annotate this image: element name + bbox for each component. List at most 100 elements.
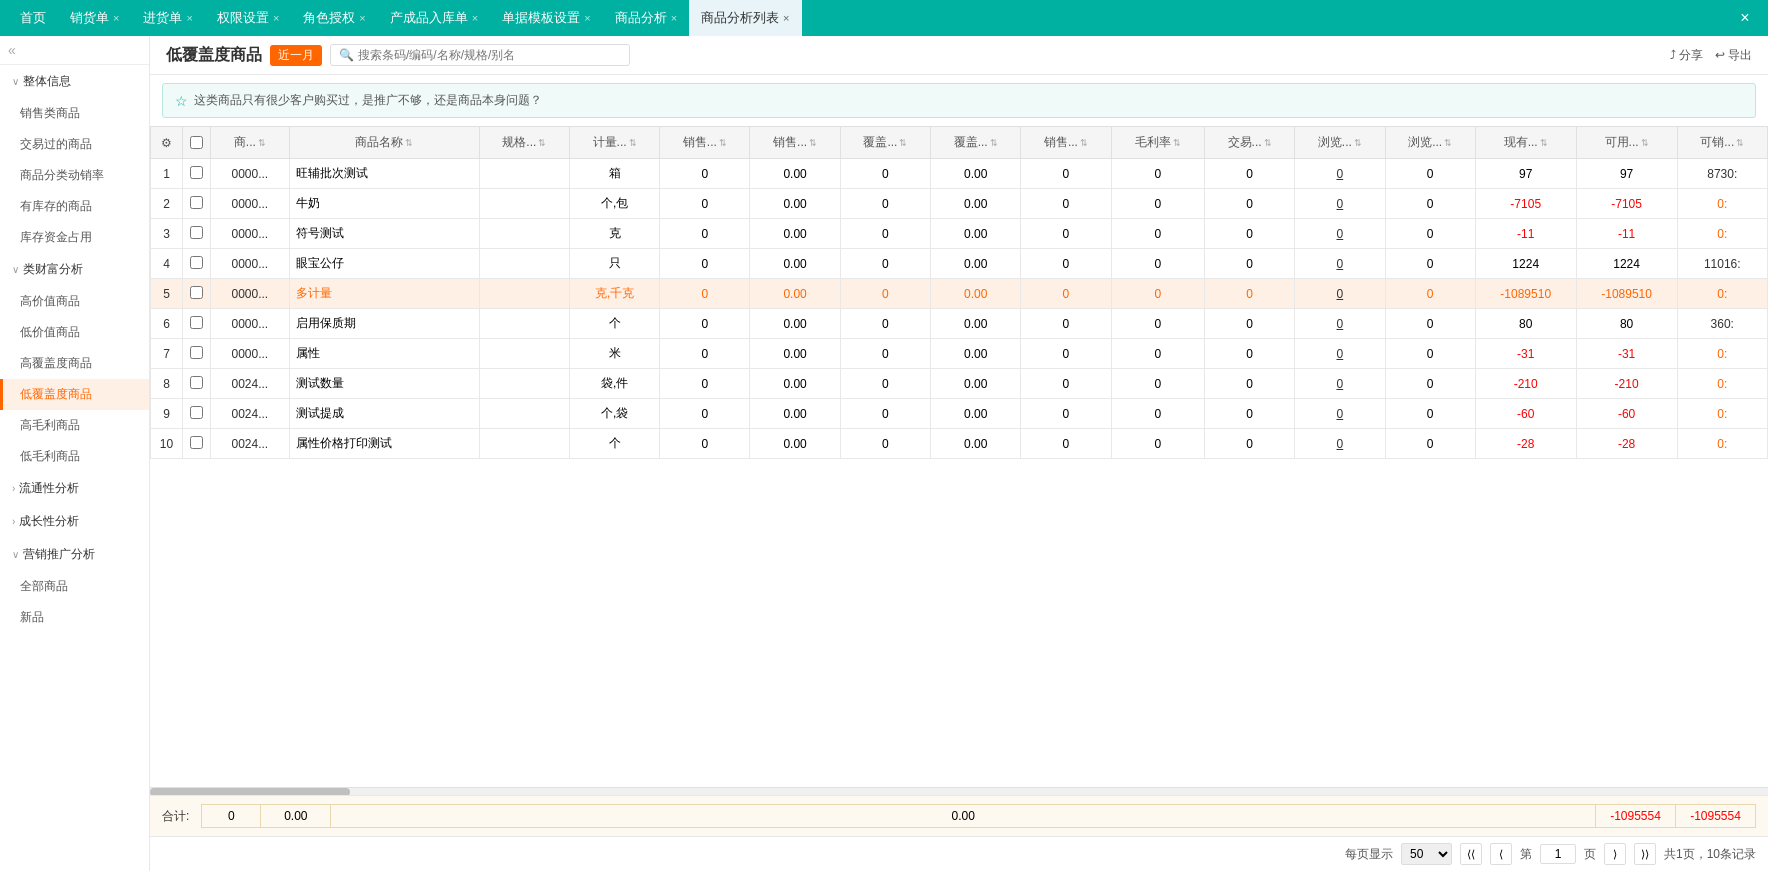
col-header-gross[interactable]: 毛利率⇅ bbox=[1111, 127, 1204, 159]
nav-close-icon[interactable]: × bbox=[671, 12, 677, 24]
col-header-current[interactable]: 现有...⇅ bbox=[1475, 127, 1576, 159]
col-header-sales-qty[interactable]: 销售...⇅ bbox=[660, 127, 750, 159]
total-sales-qty: 0 bbox=[228, 809, 235, 823]
row-browse1[interactable]: 0 bbox=[1295, 399, 1385, 429]
settings-icon[interactable]: ⚙ bbox=[161, 136, 172, 150]
row-name[interactable]: 属性 bbox=[289, 339, 479, 369]
row-browse1[interactable]: 0 bbox=[1295, 189, 1385, 219]
col-header-spec[interactable]: 规格...⇅ bbox=[479, 127, 569, 159]
sidebar-section-circulation[interactable]: › 流通性分析 bbox=[0, 472, 149, 505]
select-all-checkbox[interactable] bbox=[190, 136, 203, 149]
sidebar-section-overall[interactable]: ∨ 整体信息 bbox=[0, 65, 149, 98]
sidebar-item-low-margin[interactable]: 低毛利商品 bbox=[0, 441, 149, 472]
col-header-name[interactable]: 商品名称⇅ bbox=[289, 127, 479, 159]
horizontal-scrollbar[interactable] bbox=[150, 787, 1768, 795]
last-page-button[interactable]: ⟩⟩ bbox=[1634, 843, 1656, 865]
nav-sales-order[interactable]: 销货单 × bbox=[58, 0, 131, 36]
row-browse1[interactable]: 0 bbox=[1295, 339, 1385, 369]
col-header-available[interactable]: 可用...⇅ bbox=[1576, 127, 1677, 159]
sidebar-item-stocked-goods[interactable]: 有库存的商品 bbox=[0, 191, 149, 222]
sidebar-item-traded-goods[interactable]: 交易过的商品 bbox=[0, 129, 149, 160]
sidebar-section-marketing[interactable]: ∨ 营销推广分析 bbox=[0, 538, 149, 571]
nav-close-icon[interactable]: × bbox=[359, 12, 365, 24]
row-browse1[interactable]: 0 bbox=[1295, 279, 1385, 309]
nav-goods-analysis-list[interactable]: 商品分析列表 × bbox=[689, 0, 801, 36]
nav-close-icon[interactable]: × bbox=[186, 12, 192, 24]
row-name[interactable]: 符号测试 bbox=[289, 219, 479, 249]
sidebar-item-stock-capital[interactable]: 库存资金占用 bbox=[0, 222, 149, 253]
prev-page-button[interactable]: ⟨ bbox=[1490, 843, 1512, 865]
row-name[interactable]: 测试提成 bbox=[289, 399, 479, 429]
col-header-unit[interactable]: 计量...⇅ bbox=[569, 127, 659, 159]
sidebar-item-high-value[interactable]: 高价值商品 bbox=[0, 286, 149, 317]
col-header-sales3[interactable]: 销售...⇅ bbox=[1021, 127, 1111, 159]
row-checkbox[interactable] bbox=[183, 249, 211, 279]
nav-close-icon[interactable]: × bbox=[113, 12, 119, 24]
sidebar-item-category-rate[interactable]: 商品分类动销率 bbox=[0, 160, 149, 191]
nav-goods-analysis[interactable]: 商品分析 × bbox=[603, 0, 689, 36]
col-header-cover2[interactable]: 覆盖...⇅ bbox=[931, 127, 1021, 159]
sidebar-section-wealth[interactable]: ∨ 类财富分析 bbox=[0, 253, 149, 286]
sidebar-collapse-button[interactable]: « bbox=[8, 42, 16, 58]
sidebar-item-new-goods[interactable]: 新品 bbox=[0, 602, 149, 633]
row-browse1[interactable]: 0 bbox=[1295, 249, 1385, 279]
sidebar-item-sales-goods[interactable]: 销售类商品 bbox=[0, 98, 149, 129]
row-checkbox[interactable] bbox=[183, 429, 211, 459]
row-name[interactable]: 牛奶 bbox=[289, 189, 479, 219]
row-browse1[interactable]: 0 bbox=[1295, 219, 1385, 249]
sidebar-section-growth[interactable]: › 成长性分析 bbox=[0, 505, 149, 538]
row-browse1[interactable]: 0 bbox=[1295, 429, 1385, 459]
row-checkbox[interactable] bbox=[183, 219, 211, 249]
sidebar-item-high-coverage[interactable]: 高覆盖度商品 bbox=[0, 348, 149, 379]
page-number-input[interactable] bbox=[1540, 844, 1576, 864]
row-name[interactable]: 启用保质期 bbox=[289, 309, 479, 339]
nav-template[interactable]: 单据模板设置 × bbox=[490, 0, 602, 36]
nav-purchase[interactable]: 进货单 × bbox=[131, 0, 204, 36]
col-header-trade[interactable]: 交易...⇅ bbox=[1204, 127, 1294, 159]
col-header-code[interactable]: 商...⇅ bbox=[211, 127, 290, 159]
row-browse1[interactable]: 0 bbox=[1295, 159, 1385, 189]
col-header-sales-amt[interactable]: 销售...⇅ bbox=[750, 127, 840, 159]
row-checkbox[interactable] bbox=[183, 189, 211, 219]
row-name[interactable]: 旺辅批次测试 bbox=[289, 159, 479, 189]
sidebar-item-low-value[interactable]: 低价值商品 bbox=[0, 317, 149, 348]
nav-close-icon[interactable]: × bbox=[783, 12, 789, 24]
col-header-settings[interactable]: ⚙ bbox=[151, 127, 183, 159]
col-header-checkbox[interactable] bbox=[183, 127, 211, 159]
col-header-browse1[interactable]: 浏览...⇅ bbox=[1295, 127, 1385, 159]
window-close-button[interactable]: × bbox=[1730, 0, 1760, 36]
share-button[interactable]: ⤴ 分享 bbox=[1670, 47, 1703, 64]
row-name[interactable]: 多计量 bbox=[289, 279, 479, 309]
nav-role-auth[interactable]: 角色授权 × bbox=[291, 0, 377, 36]
nav-close-icon[interactable]: × bbox=[472, 12, 478, 24]
nav-close-icon[interactable]: × bbox=[584, 12, 590, 24]
row-name[interactable]: 属性价格打印测试 bbox=[289, 429, 479, 459]
next-page-button[interactable]: ⟩ bbox=[1604, 843, 1626, 865]
per-page-select[interactable]: 50 20 100 bbox=[1401, 843, 1452, 865]
nav-permission[interactable]: 权限设置 × bbox=[205, 0, 291, 36]
col-header-saleable[interactable]: 可销...⇅ bbox=[1677, 127, 1767, 159]
nav-home[interactable]: 首页 bbox=[8, 0, 58, 36]
row-checkbox[interactable] bbox=[183, 279, 211, 309]
first-page-button[interactable]: ⟨⟨ bbox=[1460, 843, 1482, 865]
row-checkbox[interactable] bbox=[183, 399, 211, 429]
row-checkbox[interactable] bbox=[183, 309, 211, 339]
nav-production[interactable]: 产成品入库单 × bbox=[378, 0, 490, 36]
date-filter-button[interactable]: 近一月 bbox=[270, 45, 322, 66]
col-header-browse2[interactable]: 浏览...⇅ bbox=[1385, 127, 1475, 159]
export-button[interactable]: ↩ 导出 bbox=[1715, 47, 1752, 64]
row-name[interactable]: 眼宝公仔 bbox=[289, 249, 479, 279]
search-input[interactable] bbox=[358, 48, 621, 62]
sidebar-item-all-goods[interactable]: 全部商品 bbox=[0, 571, 149, 602]
row-checkbox[interactable] bbox=[183, 159, 211, 189]
row-checkbox[interactable] bbox=[183, 339, 211, 369]
row-code: 0000... bbox=[211, 339, 290, 369]
col-header-cover1[interactable]: 覆盖...⇅ bbox=[840, 127, 930, 159]
nav-close-icon[interactable]: × bbox=[273, 12, 279, 24]
row-browse1[interactable]: 0 bbox=[1295, 309, 1385, 339]
sidebar-item-high-margin[interactable]: 高毛利商品 bbox=[0, 410, 149, 441]
row-browse1[interactable]: 0 bbox=[1295, 369, 1385, 399]
sidebar-item-low-coverage[interactable]: 低覆盖度商品 bbox=[0, 379, 149, 410]
row-checkbox[interactable] bbox=[183, 369, 211, 399]
row-name[interactable]: 测试数量 bbox=[289, 369, 479, 399]
